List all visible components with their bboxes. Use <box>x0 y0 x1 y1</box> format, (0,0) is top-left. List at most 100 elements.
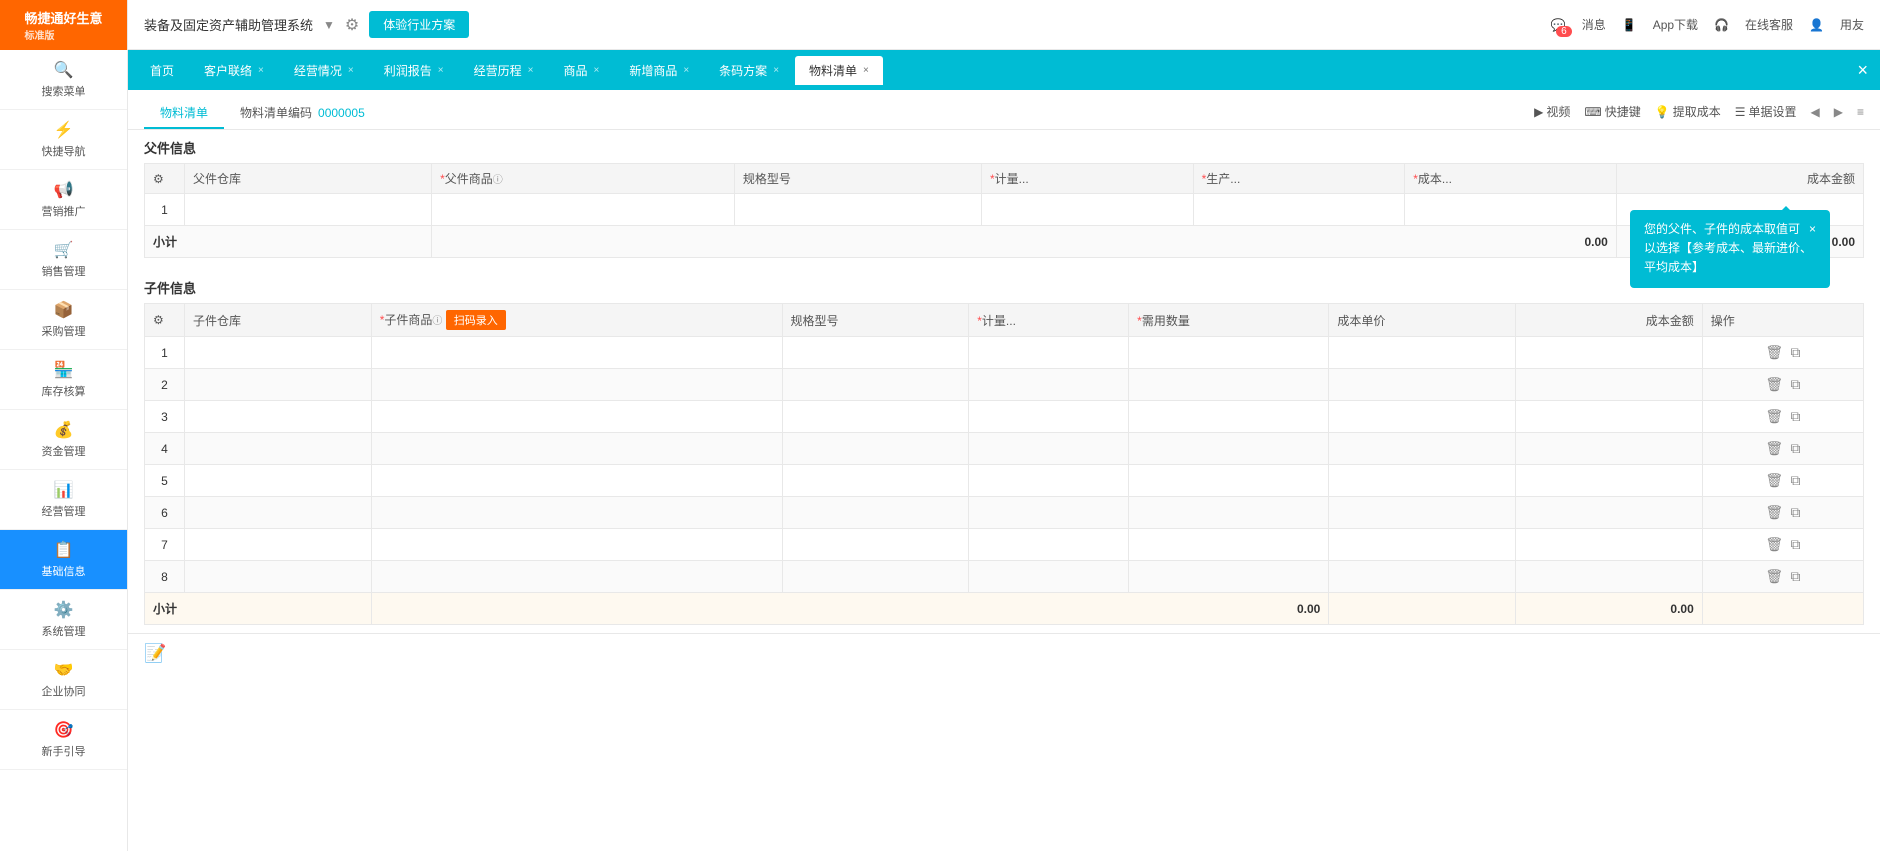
child-row-6-quantity[interactable] <box>1129 497 1329 529</box>
child-row-7-warehouse[interactable] <box>185 529 372 561</box>
copy-row-8[interactable]: ⧉ <box>1790 568 1800 584</box>
sidebar-item-finance[interactable]: 💰 资金管理 <box>0 410 127 470</box>
parent-row-1-spec[interactable] <box>734 194 981 226</box>
tooltip-close-btn[interactable]: × <box>1809 220 1816 239</box>
sub-tab-bom-list[interactable]: 物料清单 <box>144 98 224 129</box>
child-row-7-unit[interactable] <box>969 529 1129 561</box>
child-row-3-unit-cost[interactable] <box>1329 401 1516 433</box>
child-row-7-spec[interactable] <box>782 529 969 561</box>
parent-col-settings[interactable]: ⚙ <box>145 164 185 194</box>
child-row-3-goods[interactable] <box>371 401 782 433</box>
tab-operations[interactable]: 经营情况 × <box>280 56 368 85</box>
child-row-1-goods[interactable] <box>371 337 782 369</box>
child-row-4-warehouse[interactable] <box>185 433 372 465</box>
child-row-3-warehouse[interactable] <box>185 401 372 433</box>
delete-row-2[interactable]: 🗑 <box>1765 376 1783 392</box>
child-row-4-quantity[interactable] <box>1129 433 1329 465</box>
delete-row-8[interactable]: 🗑 <box>1765 568 1783 584</box>
delete-row-5[interactable]: 🗑 <box>1765 472 1783 488</box>
child-row-5-quantity[interactable] <box>1129 465 1329 497</box>
tab-history[interactable]: 经营历程 × <box>460 56 548 85</box>
child-row-1-unit[interactable] <box>969 337 1129 369</box>
toolbar-extract-cost[interactable]: 💡 提取成本 <box>1655 103 1721 120</box>
delete-row-4[interactable]: 🗑 <box>1765 440 1783 456</box>
child-row-6-spec[interactable] <box>782 497 969 529</box>
child-row-8-warehouse[interactable] <box>185 561 372 593</box>
sidebar-item-operations[interactable]: 📊 经营管理 <box>0 470 127 530</box>
child-row-1-unit-cost[interactable] <box>1329 337 1516 369</box>
sidebar-item-quick-nav[interactable]: ⚡ 快捷导航 <box>0 110 127 170</box>
child-row-4-goods[interactable] <box>371 433 782 465</box>
tab-goods[interactable]: 商品 × <box>549 56 613 85</box>
copy-row-4[interactable]: ⧉ <box>1790 440 1800 456</box>
tab-home[interactable]: 首页 <box>136 56 188 85</box>
child-row-2-goods[interactable] <box>371 369 782 401</box>
tab-bom[interactable]: 物料清单 × <box>795 56 883 85</box>
copy-row-6[interactable]: ⧉ <box>1790 504 1800 520</box>
tab-bom-close[interactable]: × <box>863 65 869 76</box>
child-row-1-quantity[interactable] <box>1129 337 1329 369</box>
settings-icon[interactable]: ⚙ <box>345 15 359 35</box>
child-row-4-unit[interactable] <box>969 433 1129 465</box>
copy-row-7[interactable]: ⧉ <box>1790 536 1800 552</box>
tab-barcode-close[interactable]: × <box>773 65 779 76</box>
copy-row-3[interactable]: ⧉ <box>1790 408 1800 424</box>
tab-new-goods[interactable]: 新增商品 × <box>615 56 703 85</box>
tab-profit[interactable]: 利润报告 × <box>370 56 458 85</box>
tab-operations-close[interactable]: × <box>348 65 354 76</box>
sidebar-item-inventory[interactable]: 🏪 库存核算 <box>0 350 127 410</box>
child-row-6-unit-cost[interactable] <box>1329 497 1516 529</box>
copy-row-2[interactable]: ⧉ <box>1790 376 1800 392</box>
child-row-3-quantity[interactable] <box>1129 401 1329 433</box>
nav-next[interactable]: ▶ <box>1834 105 1843 119</box>
parent-row-1-unit[interactable] <box>981 194 1193 226</box>
sidebar-item-guide[interactable]: 🎯 新手引导 <box>0 710 127 770</box>
copy-row-5[interactable]: ⧉ <box>1790 472 1800 488</box>
child-row-3-unit[interactable] <box>969 401 1129 433</box>
parent-row-1-warehouse[interactable] <box>185 194 432 226</box>
child-row-8-unit[interactable] <box>969 561 1129 593</box>
parent-row-1-cost[interactable] <box>1405 194 1617 226</box>
toolbar-view[interactable]: ▶ 视频 <box>1534 103 1570 120</box>
tab-goods-close[interactable]: × <box>593 65 599 76</box>
child-col-settings[interactable]: ⚙ <box>145 304 185 337</box>
sidebar-item-purchase[interactable]: 📦 采购管理 <box>0 290 127 350</box>
message-icon-wrap[interactable]: 💬 6 <box>1551 18 1566 32</box>
scan-btn[interactable]: 扫码录入 <box>446 310 506 330</box>
tab-new-goods-close[interactable]: × <box>683 65 689 76</box>
child-row-8-goods[interactable] <box>371 561 782 593</box>
delete-row-1[interactable]: 🗑 <box>1765 344 1783 360</box>
online-service-label[interactable]: 在线客服 <box>1745 16 1793 33</box>
sidebar-item-basic-info[interactable]: 📋 基础信息 <box>0 530 127 590</box>
child-row-7-unit-cost[interactable] <box>1329 529 1516 561</box>
experience-btn[interactable]: 体验行业方案 <box>369 11 469 38</box>
child-row-2-unit-cost[interactable] <box>1329 369 1516 401</box>
delete-row-3[interactable]: 🗑 <box>1765 408 1783 424</box>
child-row-8-unit-cost[interactable] <box>1329 561 1516 593</box>
tab-history-close[interactable]: × <box>528 65 534 76</box>
tab-profit-close[interactable]: × <box>438 65 444 76</box>
delete-row-7[interactable]: 🗑 <box>1765 536 1783 552</box>
sidebar-item-collab[interactable]: 🤝 企业协同 <box>0 650 127 710</box>
delete-row-6[interactable]: 🗑 <box>1765 504 1783 520</box>
sidebar-item-sales[interactable]: 🛒 销售管理 <box>0 230 127 290</box>
child-row-7-goods[interactable] <box>371 529 782 561</box>
parent-row-1-goods[interactable] <box>432 194 735 226</box>
child-row-8-spec[interactable] <box>782 561 969 593</box>
tab-customer-close[interactable]: × <box>258 65 264 76</box>
app-download-label[interactable]: App下载 <box>1653 16 1698 33</box>
child-row-5-warehouse[interactable] <box>185 465 372 497</box>
toolbar-single-settings[interactable]: ☰ 单据设置 <box>1735 103 1797 120</box>
child-row-3-spec[interactable] <box>782 401 969 433</box>
child-row-2-spec[interactable] <box>782 369 969 401</box>
child-row-4-spec[interactable] <box>782 433 969 465</box>
sub-tab-bom-code[interactable]: 物料清单编码 0000005 <box>224 98 381 129</box>
sidebar-item-system[interactable]: ⚙️ 系统管理 <box>0 590 127 650</box>
sidebar-item-marketing[interactable]: 📢 营销推广 <box>0 170 127 230</box>
child-row-6-goods[interactable] <box>371 497 782 529</box>
parent-row-1-production[interactable] <box>1193 194 1405 226</box>
child-row-2-quantity[interactable] <box>1129 369 1329 401</box>
child-row-2-warehouse[interactable] <box>185 369 372 401</box>
tab-customer[interactable]: 客户联络 × <box>190 56 278 85</box>
child-row-4-unit-cost[interactable] <box>1329 433 1516 465</box>
